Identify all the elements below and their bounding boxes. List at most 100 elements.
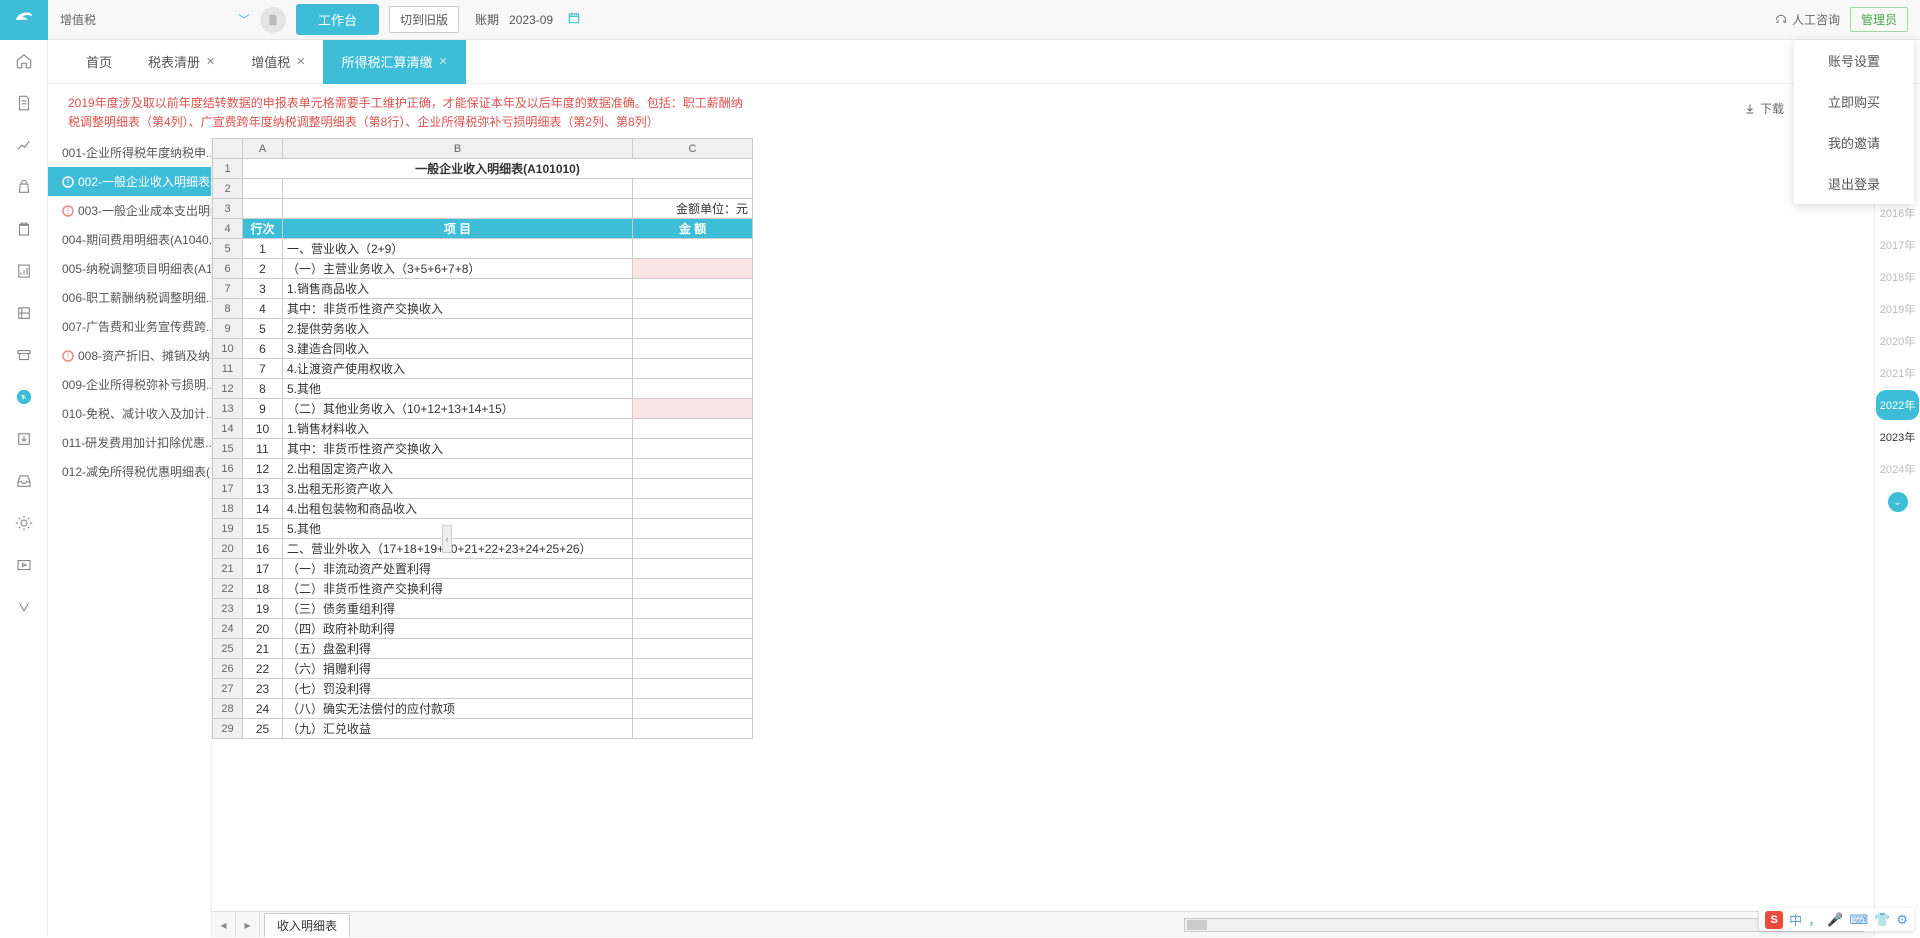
year-item[interactable]: 2018年	[1876, 262, 1919, 292]
ime-keyboard-icon[interactable]: ⌨	[1849, 912, 1868, 928]
year-expand-icon[interactable]: ⌄	[1888, 492, 1908, 512]
form-list-item[interactable]: 005-纳税调整项目明细表(A1...	[48, 254, 211, 283]
download-button[interactable]: 下载	[1744, 100, 1784, 117]
panel-collapse-handle[interactable]: ‹	[442, 525, 452, 553]
user-menu-item[interactable]: 退出登录	[1794, 163, 1914, 204]
row-header[interactable]: 11	[213, 359, 243, 379]
user-menu-item[interactable]: 账号设置	[1794, 40, 1914, 81]
tab-close-icon[interactable]: ✕	[439, 55, 448, 68]
sheet-nav-first[interactable]: ◂	[212, 912, 236, 937]
row-header[interactable]: 27	[213, 679, 243, 699]
ime-skin-icon[interactable]: 👕	[1874, 912, 1890, 928]
row-header[interactable]: 8	[213, 299, 243, 319]
cell[interactable]: 12	[243, 459, 283, 479]
spreadsheet[interactable]: ‹ ABC1一般企业收入明细表(A101010)23金额单位：元4行次项 目金 …	[212, 138, 1874, 911]
row-header[interactable]: 12	[213, 379, 243, 399]
cell[interactable]	[633, 379, 753, 399]
form-list-item[interactable]: !002-一般企业收入明细表(A1...	[48, 167, 211, 196]
row-header[interactable]: 17	[213, 479, 243, 499]
cell[interactable]: 19	[243, 599, 283, 619]
nav-tax-icon[interactable]	[0, 292, 48, 334]
cell[interactable]: （七）罚没利得	[283, 679, 633, 699]
row-header[interactable]: 24	[213, 619, 243, 639]
row-header[interactable]: 10	[213, 339, 243, 359]
header-round-icon[interactable]	[260, 7, 286, 33]
calendar-icon[interactable]	[567, 11, 581, 28]
row-header[interactable]: 7	[213, 279, 243, 299]
cell[interactable]	[633, 699, 753, 719]
sheet-nav-prev[interactable]: ▸	[236, 912, 260, 937]
cell[interactable]	[633, 259, 753, 279]
cell[interactable]	[633, 659, 753, 679]
cell[interactable]	[633, 299, 753, 319]
year-item[interactable]: 2024年	[1876, 454, 1919, 484]
year-item[interactable]: 2019年	[1876, 294, 1919, 324]
cell[interactable]	[633, 359, 753, 379]
ime-tool-icon[interactable]: ⚙	[1896, 912, 1908, 928]
ime-mic-icon[interactable]: 🎤	[1827, 912, 1843, 928]
row-header[interactable]: 21	[213, 559, 243, 579]
cell[interactable]: （八）确实无法偿付的应付款项	[283, 699, 633, 719]
cell[interactable]: 17	[243, 559, 283, 579]
cell[interactable]	[633, 499, 753, 519]
row-header[interactable]: 19	[213, 519, 243, 539]
cell[interactable]: （二）其他业务收入（10+12+13+14+15）	[283, 399, 633, 419]
cell[interactable]: 2	[243, 259, 283, 279]
cell[interactable]: （六）捐赠利得	[283, 659, 633, 679]
form-list-item[interactable]: 011-研发费用加计扣除优惠...	[48, 428, 211, 457]
cell[interactable]: 10	[243, 419, 283, 439]
cell[interactable]: （一）主营业务收入（3+5+6+7+8）	[283, 259, 633, 279]
cell[interactable]: 1.销售材料收入	[283, 419, 633, 439]
row-header[interactable]: 9	[213, 319, 243, 339]
cell[interactable]	[633, 279, 753, 299]
nav-clipboard-icon[interactable]	[0, 208, 48, 250]
cell[interactable]: 3.出租无形资产收入	[283, 479, 633, 499]
cell[interactable]	[633, 539, 753, 559]
row-header[interactable]: 20	[213, 539, 243, 559]
cell[interactable]: （一）非流动资产处置利得	[283, 559, 633, 579]
row-header[interactable]: 4	[213, 219, 243, 239]
cell[interactable]	[633, 339, 753, 359]
row-header[interactable]: 3	[213, 199, 243, 219]
cell[interactable]	[633, 519, 753, 539]
tab-close-icon[interactable]: ✕	[206, 55, 215, 68]
cell[interactable]: 2.提供劳务收入	[283, 319, 633, 339]
row-header[interactable]: 13	[213, 399, 243, 419]
cell[interactable]: 1	[243, 239, 283, 259]
cell[interactable]: 二、营业外收入（17+18+19+20+21+22+23+24+25+26）	[283, 539, 633, 559]
cell[interactable]: 9	[243, 399, 283, 419]
nav-vip-icon[interactable]	[0, 586, 48, 628]
form-list-item[interactable]: 006-职工薪酬纳税调整明细...	[48, 283, 211, 312]
consult-link[interactable]: 人工咨询	[1774, 11, 1840, 28]
col-header[interactable]: A	[243, 139, 283, 159]
nav-archive-icon[interactable]	[0, 334, 48, 376]
year-item[interactable]: 2017年	[1876, 230, 1919, 260]
cell[interactable]	[633, 579, 753, 599]
cell[interactable]: （四）政府补助利得	[283, 619, 633, 639]
nav-settings-icon[interactable]	[0, 502, 48, 544]
cell[interactable]: 5.其他	[283, 519, 633, 539]
cell[interactable]	[633, 479, 753, 499]
cell[interactable]	[633, 599, 753, 619]
cell[interactable]: （五）盘盈利得	[283, 639, 633, 659]
cell[interactable]: 14	[243, 499, 283, 519]
nav-bag-icon[interactable]	[0, 166, 48, 208]
cell[interactable]: 其中：非货币性资产交换收入	[283, 439, 633, 459]
cell[interactable]: 一、营业收入（2+9）	[283, 239, 633, 259]
ime-lang[interactable]: 中	[1789, 910, 1802, 929]
cell[interactable]: 7	[243, 359, 283, 379]
cell[interactable]: 5.其他	[283, 379, 633, 399]
cell[interactable]	[633, 439, 753, 459]
ime-toolbar[interactable]: S 中 ， 🎤 ⌨ 👕 ⚙	[1759, 908, 1914, 931]
cell[interactable]: 25	[243, 719, 283, 739]
page-tab[interactable]: 增值税✕	[233, 40, 323, 84]
nav-income-icon[interactable]	[0, 376, 48, 418]
row-header[interactable]: 28	[213, 699, 243, 719]
ime-punct[interactable]: ，	[1808, 910, 1821, 929]
nav-home-icon[interactable]	[0, 40, 48, 82]
cell[interactable]	[633, 619, 753, 639]
year-item[interactable]: 2022年	[1876, 390, 1919, 420]
page-tab[interactable]: 所得税汇算清缴✕	[323, 40, 465, 84]
cell[interactable]: 21	[243, 639, 283, 659]
nav-transfer-icon[interactable]	[0, 418, 48, 460]
